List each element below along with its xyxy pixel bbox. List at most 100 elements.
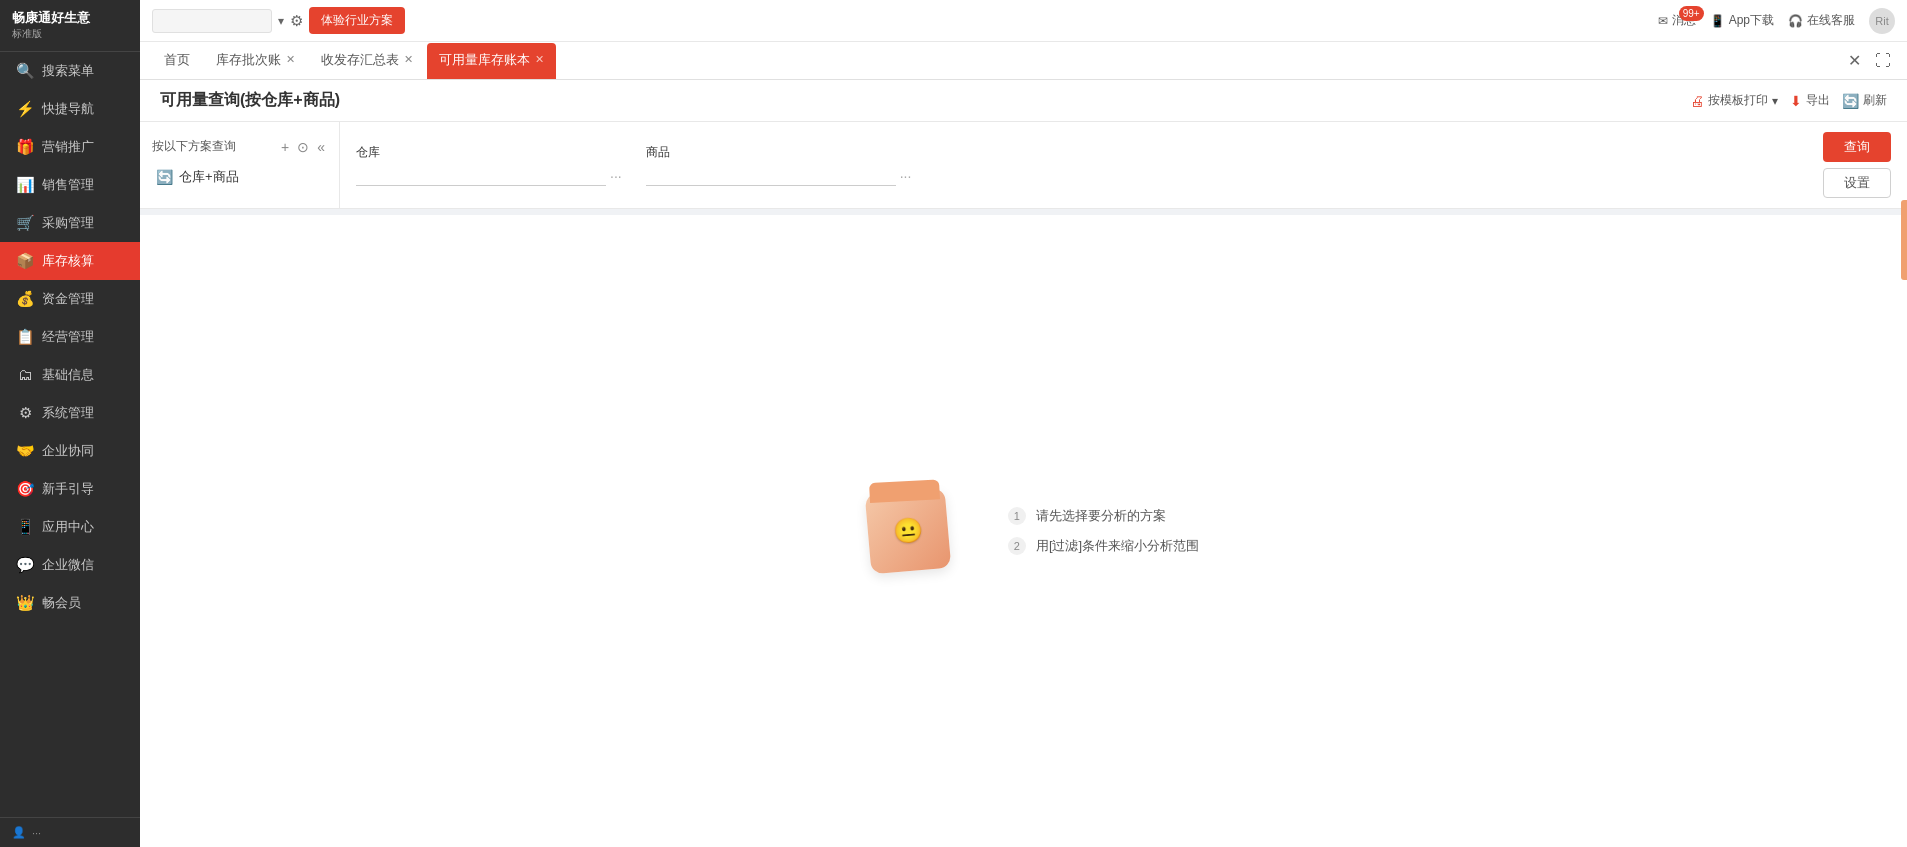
marketing-icon: 🎁 xyxy=(16,138,34,156)
sidebar-item-newbie[interactable]: 🎯新手引导 xyxy=(0,470,140,508)
tab-close-receive-summary[interactable]: ✕ xyxy=(404,53,413,66)
purchase-icon: 🛒 xyxy=(16,214,34,232)
warehouse-picker-button[interactable]: ··· xyxy=(610,168,622,184)
sidebar-item-label-search: 搜索菜单 xyxy=(42,62,94,80)
sidebar-item-label-enterprise: 企业协同 xyxy=(42,442,94,460)
close-tab-button[interactable]: ✕ xyxy=(1844,49,1865,72)
tip-number-2: 2 xyxy=(1008,537,1026,555)
print-button[interactable]: 🖨 按模板打印 ▾ xyxy=(1690,92,1778,109)
page-content: 可用量查询(按仓库+商品) 🖨 按模板打印 ▾ ⬇ 导出 🔄 刷新 xyxy=(140,80,1907,847)
sidebar-item-app-center[interactable]: 📱应用中心 xyxy=(0,508,140,546)
query-button[interactable]: 查询 xyxy=(1823,132,1891,162)
empty-tip-2: 2 用[过滤]条件来缩小分析范围 xyxy=(1008,537,1199,555)
tab-available-ledger[interactable]: 可用量库存账本✕ xyxy=(427,43,556,79)
tab-batch-account[interactable]: 库存批次账 ✕ xyxy=(204,43,307,79)
sidebar-item-sales[interactable]: 📊销售管理 xyxy=(0,166,140,204)
sidebar-item-enterprise[interactable]: 🤝 企业协同 xyxy=(0,432,140,470)
sidebar-item-operations[interactable]: 📋 经营管理 xyxy=(0,318,140,356)
add-scheme-button[interactable]: + xyxy=(279,139,291,155)
sidebar-item-label-quick-nav: 快捷导航 xyxy=(42,100,94,118)
message-badge: 99+ xyxy=(1679,6,1704,21)
query-area: 按以下方案查询 + ⊙ « 🔄 仓库+ xyxy=(140,122,1907,209)
scheme-item-warehouse-product[interactable]: 🔄 仓库+商品 xyxy=(140,161,339,193)
product-picker-button[interactable]: ··· xyxy=(900,168,912,184)
newbie-icon: 🎯 xyxy=(16,480,34,498)
print-dropdown-icon[interactable]: ▾ xyxy=(1772,94,1778,108)
member-icon: 👑 xyxy=(16,594,34,612)
sales-icon: 📊 xyxy=(16,176,34,194)
topbar-dropdown-arrow[interactable]: ▾ xyxy=(278,14,284,28)
sidebar-item-label-app-center: 应用中心 xyxy=(42,518,94,536)
topbar-left: ▾ ⚙ 体验行业方案 xyxy=(152,7,1650,34)
tip-text-2: 用[过滤]条件来缩小分析范围 xyxy=(1036,537,1199,555)
sidebar-item-inventory[interactable]: 📦库存核算 xyxy=(0,242,140,280)
print-label: 按模板打印 xyxy=(1708,92,1768,109)
sidebar-item-search[interactable]: 🔍搜索菜单 xyxy=(0,52,140,90)
sidebar-item-label-operations: 经营管理 xyxy=(42,328,94,346)
topbar-search-input[interactable] xyxy=(152,9,272,33)
sidebar-item-purchase[interactable]: 🛒采购管理 xyxy=(0,204,140,242)
sidebar-logo: 畅康通好生意 标准版 xyxy=(0,0,140,52)
refresh-button[interactable]: 🔄 刷新 xyxy=(1842,92,1887,109)
sidebar-item-member[interactable]: 👑畅会员 xyxy=(0,584,140,622)
page-header: 可用量查询(按仓库+商品) 🖨 按模板打印 ▾ ⬇ 导出 🔄 刷新 xyxy=(140,80,1907,122)
fullscreen-button[interactable]: ⛶ xyxy=(1871,50,1895,72)
avatar-text: Rit xyxy=(1875,15,1888,27)
query-sidebar-header-actions: + ⊙ « xyxy=(279,139,327,155)
settings-button[interactable]: 设置 xyxy=(1823,168,1891,198)
tab-home[interactable]: 首页 xyxy=(152,43,202,79)
warehouse-input[interactable] xyxy=(356,165,606,186)
empty-tips: 1 请先选择要分析的方案 2 用[过滤]条件来缩小分析范围 xyxy=(1008,507,1199,555)
message-button[interactable]: ✉ 消息 99+ xyxy=(1658,12,1696,29)
print-icon: 🖨 xyxy=(1690,93,1704,109)
sidebar-item-label-basic: 基础信息 xyxy=(42,366,94,384)
scroll-indicator[interactable] xyxy=(1901,200,1907,280)
basic-icon: 🗂 xyxy=(16,366,34,383)
warehouse-input-wrapper: ··· xyxy=(356,165,622,186)
tab-close-available-ledger[interactable]: ✕ xyxy=(535,53,544,66)
product-input[interactable] xyxy=(646,165,896,186)
collapse-icon: « xyxy=(317,139,325,155)
topbar: ▾ ⚙ 体验行业方案 ✉ 消息 99+ 📱 App下载 🎧 在线客服 Rit xyxy=(140,0,1907,42)
tab-receive-summary[interactable]: 收发存汇总表✕ xyxy=(309,43,425,79)
sidebar-item-finance[interactable]: 💰 资金管理 xyxy=(0,280,140,318)
sidebar-item-marketing[interactable]: 🎁 营销推广 xyxy=(0,128,140,166)
scheme-settings-button[interactable]: ⊙ xyxy=(295,139,311,155)
sidebar-bottom: 👤 ··· xyxy=(0,817,140,847)
export-icon: ⬇ xyxy=(1790,93,1802,109)
sidebar-item-system[interactable]: ⚙系统管理 xyxy=(0,394,140,432)
product-label: 商品 xyxy=(646,144,912,161)
settings-circle-icon: ⊙ xyxy=(297,139,309,155)
sidebar-item-label-finance: 资金管理 xyxy=(42,290,94,308)
sidebar-item-quick-nav[interactable]: ⚡ 快捷导航 xyxy=(0,90,140,128)
tab-label-batch-account: 库存批次账 xyxy=(216,51,281,69)
app-download-button[interactable]: 📱 App下载 xyxy=(1710,12,1774,29)
empty-box-icon: 😐 xyxy=(865,488,952,575)
headset-icon: 🎧 xyxy=(1788,14,1803,28)
tab-close-batch-account[interactable]: ✕ xyxy=(286,53,295,66)
logo-title: 畅康通好生意 xyxy=(12,10,128,27)
scheme-icon: 🔄 xyxy=(156,169,173,185)
finance-icon: 💰 xyxy=(16,290,34,308)
export-label: 导出 xyxy=(1806,92,1830,109)
page-title: 可用量查询(按仓库+商品) xyxy=(160,90,340,111)
quick-nav-icon: ⚡ xyxy=(16,100,34,118)
operations-icon: 📋 xyxy=(16,328,34,346)
enterprise-icon: 🤝 xyxy=(16,442,34,460)
collapse-sidebar-button[interactable]: « xyxy=(315,139,327,155)
online-service-button[interactable]: 🎧 在线客服 xyxy=(1788,12,1855,29)
empty-illustration: 😐 xyxy=(848,471,968,591)
sidebar-item-wechat[interactable]: 💬企业微信 xyxy=(0,546,140,584)
query-sidebar: 按以下方案查询 + ⊙ « 🔄 仓库+ xyxy=(140,122,340,208)
export-button[interactable]: ⬇ 导出 xyxy=(1790,92,1830,109)
industry-solution-button[interactable]: 体验行业方案 xyxy=(309,7,405,34)
app-download-icon: 📱 xyxy=(1710,14,1725,28)
user-avatar[interactable]: Rit xyxy=(1869,8,1895,34)
add-icon: + xyxy=(281,139,289,155)
sidebar-bottom-label: ··· xyxy=(32,827,41,839)
sidebar-item-label-wechat: 企业微信 xyxy=(42,556,94,574)
sidebar-item-label-inventory: 库存核算 xyxy=(42,252,94,270)
sidebar-item-basic[interactable]: 🗂 基础信息 xyxy=(0,356,140,394)
sidebar-item-label-marketing: 营销推广 xyxy=(42,138,94,156)
topbar-gear-icon[interactable]: ⚙ xyxy=(290,12,303,30)
